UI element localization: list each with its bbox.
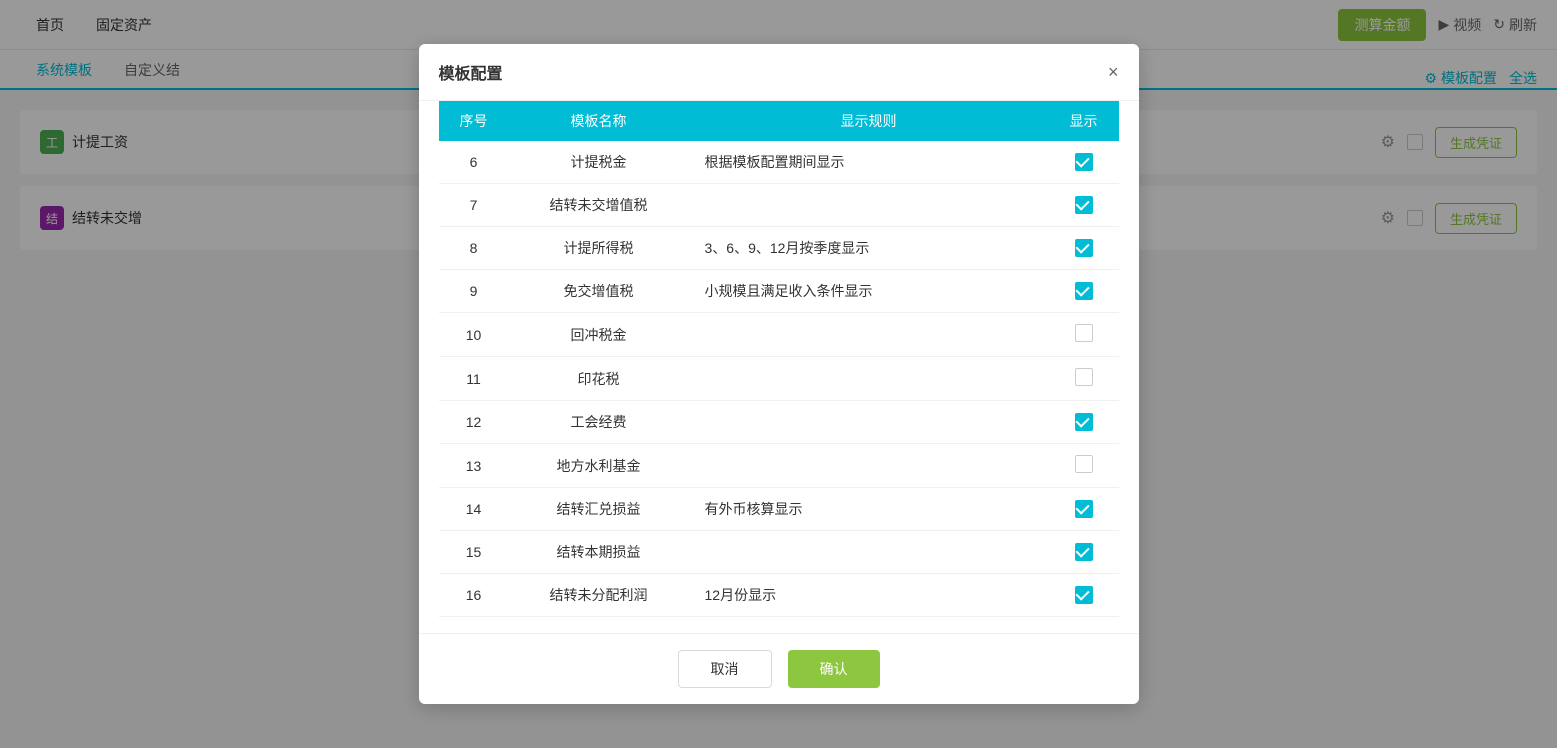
table-row: 13地方水利基金: [439, 444, 1119, 488]
table-row: 10回冲税金: [439, 313, 1119, 357]
cell-check-10: [1049, 574, 1119, 617]
cell-rule-10: 12月份显示: [689, 574, 1049, 617]
checkbox-8[interactable]: [1075, 500, 1093, 518]
cell-seq-7: 13: [439, 444, 509, 488]
cell-seq-1: 7: [439, 184, 509, 227]
checkbox-0[interactable]: [1075, 153, 1093, 171]
modal-body: 序号 模板名称 显示规则 显示 6计提税金根据模板配置期间显示7结转未交增值税8…: [419, 101, 1139, 633]
cell-check-9: [1049, 531, 1119, 574]
modal-title: 模板配置: [439, 60, 503, 84]
table-row: 12工会经费: [439, 401, 1119, 444]
cell-rule-4: [689, 313, 1049, 357]
cell-seq-3: 9: [439, 270, 509, 313]
checkbox-5[interactable]: [1075, 368, 1093, 386]
cell-name-2: 计提所得税: [509, 227, 689, 270]
table-row: 8计提所得税3、6、9、12月按季度显示: [439, 227, 1119, 270]
cell-check-3: [1049, 270, 1119, 313]
checkbox-6[interactable]: [1075, 413, 1093, 431]
cell-rule-2: 3、6、9、12月按季度显示: [689, 227, 1049, 270]
checkbox-2[interactable]: [1075, 239, 1093, 257]
col-seq: 序号: [439, 101, 509, 141]
cell-seq-5: 11: [439, 357, 509, 401]
template-config-modal: 模板配置 × 序号 模板名称 显示规则 显示 6计提税金根据模板配置期间显示7结…: [419, 44, 1139, 704]
cell-name-0: 计提税金: [509, 141, 689, 184]
cell-check-7: [1049, 444, 1119, 488]
cell-seq-2: 8: [439, 227, 509, 270]
cell-seq-0: 6: [439, 141, 509, 184]
cell-check-8: [1049, 488, 1119, 531]
cell-seq-9: 15: [439, 531, 509, 574]
cell-name-10: 结转未分配利润: [509, 574, 689, 617]
col-name: 模板名称: [509, 101, 689, 141]
modal-header: 模板配置 ×: [419, 44, 1139, 101]
confirm-button[interactable]: 确认: [788, 650, 880, 688]
cell-check-2: [1049, 227, 1119, 270]
checkbox-7[interactable]: [1075, 455, 1093, 473]
checkbox-4[interactable]: [1075, 324, 1093, 342]
cell-check-4: [1049, 313, 1119, 357]
cell-rule-7: [689, 444, 1049, 488]
cell-seq-4: 10: [439, 313, 509, 357]
cell-rule-5: [689, 357, 1049, 401]
table-header: 序号 模板名称 显示规则 显示: [439, 101, 1119, 141]
cell-name-6: 工会经费: [509, 401, 689, 444]
modal-overlay: 模板配置 × 序号 模板名称 显示规则 显示 6计提税金根据模板配置期间显示7结…: [0, 0, 1557, 748]
table-row: 9免交增值税小规模且满足收入条件显示: [439, 270, 1119, 313]
cell-rule-6: [689, 401, 1049, 444]
cell-rule-9: [689, 531, 1049, 574]
table-row: 16结转未分配利润12月份显示: [439, 574, 1119, 617]
checkbox-1[interactable]: [1075, 196, 1093, 214]
config-table: 序号 模板名称 显示规则 显示 6计提税金根据模板配置期间显示7结转未交增值税8…: [439, 101, 1119, 617]
cell-name-7: 地方水利基金: [509, 444, 689, 488]
checkbox-10[interactable]: [1075, 586, 1093, 604]
cancel-button[interactable]: 取消: [678, 650, 772, 688]
cell-name-1: 结转未交增值税: [509, 184, 689, 227]
table-row: 6计提税金根据模板配置期间显示: [439, 141, 1119, 184]
cell-name-8: 结转汇兑损益: [509, 488, 689, 531]
table-row: 14结转汇兑损益有外币核算显示: [439, 488, 1119, 531]
table-row: 11印花税: [439, 357, 1119, 401]
cell-name-3: 免交增值税: [509, 270, 689, 313]
checkbox-3[interactable]: [1075, 282, 1093, 300]
modal-footer: 取消 确认: [419, 633, 1139, 704]
cell-rule-1: [689, 184, 1049, 227]
cell-rule-0: 根据模板配置期间显示: [689, 141, 1049, 184]
cell-check-6: [1049, 401, 1119, 444]
cell-seq-10: 16: [439, 574, 509, 617]
checkbox-9[interactable]: [1075, 543, 1093, 561]
cell-seq-8: 14: [439, 488, 509, 531]
cell-check-5: [1049, 357, 1119, 401]
cell-name-4: 回冲税金: [509, 313, 689, 357]
cell-rule-8: 有外币核算显示: [689, 488, 1049, 531]
table-row: 7结转未交增值税: [439, 184, 1119, 227]
cell-rule-3: 小规模且满足收入条件显示: [689, 270, 1049, 313]
cell-name-5: 印花税: [509, 357, 689, 401]
table-body: 6计提税金根据模板配置期间显示7结转未交增值税8计提所得税3、6、9、12月按季…: [439, 141, 1119, 617]
col-show: 显示: [1049, 101, 1119, 141]
modal-close-button[interactable]: ×: [1108, 63, 1119, 81]
cell-name-9: 结转本期损益: [509, 531, 689, 574]
cell-check-1: [1049, 184, 1119, 227]
table-row: 15结转本期损益: [439, 531, 1119, 574]
cell-seq-6: 12: [439, 401, 509, 444]
cell-check-0: [1049, 141, 1119, 184]
col-rule: 显示规则: [689, 101, 1049, 141]
